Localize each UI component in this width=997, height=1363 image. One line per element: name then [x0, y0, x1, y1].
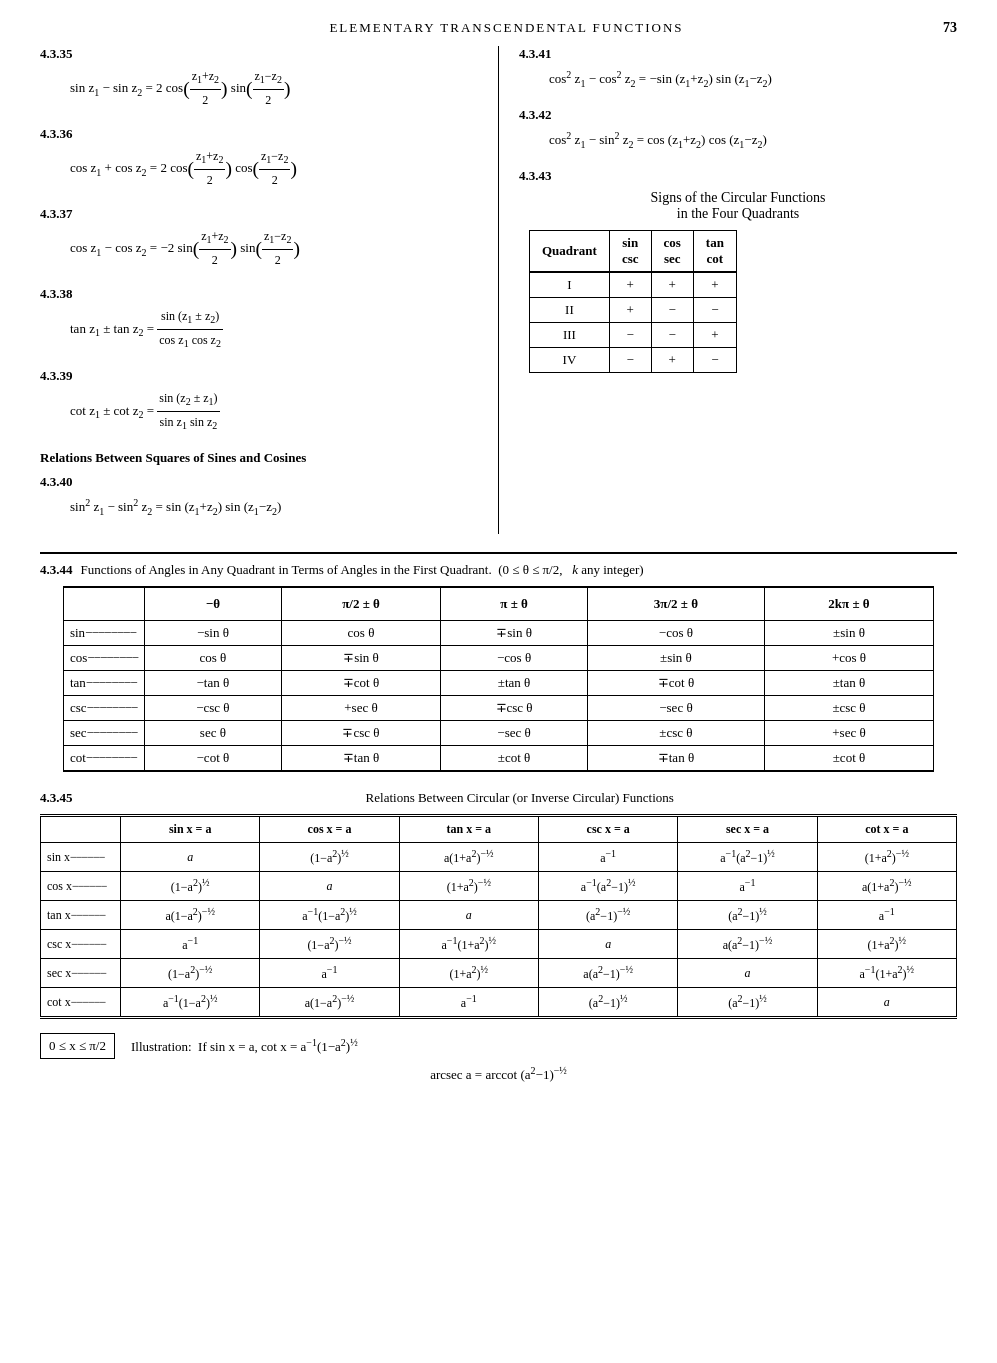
formula-4336-id: 4.3.36: [40, 126, 478, 142]
signs-col-tan: tancot: [693, 230, 736, 272]
formula-4340-id: 4.3.40: [40, 474, 478, 490]
formula-4336-content: cos z1 + cos z2 = 2 cos(z1+z22) cos(z1−z…: [70, 146, 478, 192]
page-header: ELEMENTARY TRANSCENDENTAL FUNCTIONS 73: [40, 20, 957, 36]
page-title: ELEMENTARY TRANSCENDENTAL FUNCTIONS: [70, 20, 943, 36]
relations-cosx-label: cos x−−−−−−: [41, 872, 121, 901]
signs-col-sin: sincsc: [609, 230, 651, 272]
section-4345-title: Relations Between Circular (or Inverse C…: [83, 790, 958, 806]
signs-table: Quadrant sincsc cossec tancot I + + + II: [529, 230, 737, 373]
relations-col-cscxa: csc x = a: [538, 816, 677, 843]
relations-tanx-label: tan x−−−−−−: [41, 901, 121, 930]
angles-col-3pi2: 3π/2 ± θ: [587, 587, 764, 621]
angles-row-sin: sin−−−−−−−− −sin θ cos θ ∓sin θ −cos θ ±…: [63, 621, 933, 646]
relations-row-tanx: tan x−−−−−− a(1−a2)−½ a−1(1−a2)½ a (a2−1…: [41, 901, 957, 930]
angles-sec-label: sec−−−−−−−−: [63, 721, 144, 746]
angles-row-tan: tan−−−−−−−− −tan θ ∓cot θ ±tan θ ∓cot θ …: [63, 671, 933, 696]
formula-4341-content: cos2 z1 − cos2 z2 = −sin (z1+z2) sin (z1…: [549, 66, 957, 93]
relations-col-secxa: sec x = a: [678, 816, 817, 843]
section-4344-desc1: Functions of Angles in Any Quadrant in T…: [81, 562, 644, 578]
angles-table: −θ π/2 ± θ π ± θ 3π/2 ± θ 2kπ ± θ sin−−−…: [63, 586, 934, 772]
illustration-text: Illustration: If sin x = a, cot x = a−1(…: [131, 1037, 358, 1055]
section-4344: 4.3.44 Functions of Angles in Any Quadra…: [40, 552, 957, 772]
angles-tan-label: tan−−−−−−−−: [63, 671, 144, 696]
angles-row-cot: cot−−−−−−−− −cot θ ∓tan θ ±cot θ ∓tan θ …: [63, 746, 933, 772]
formula-4336: 4.3.36 cos z1 + cos z2 = 2 cos(z1+z22) c…: [40, 126, 478, 192]
angles-row-sec: sec−−−−−−−− sec θ ∓csc θ −sec θ ±csc θ +…: [63, 721, 933, 746]
angles-sin-label: sin−−−−−−−−: [63, 621, 144, 646]
signs-row-II: II + − −: [530, 297, 737, 322]
formula-4339: 4.3.39 cot z1 ± cot z2 = sin (z2 ± z1) s…: [40, 368, 478, 436]
formula-4339-id: 4.3.39: [40, 368, 478, 384]
relations-header-row: sin x = a cos x = a tan x = a csc x = a …: [41, 816, 957, 843]
signs-col-cos: cossec: [651, 230, 693, 272]
formula-4338-content: tan z1 ± tan z2 = sin (z1 ± z2) cos z1 c…: [70, 306, 478, 354]
relations-row-cscx: csc x−−−−−− a−1 (1−a2)−½ a−1(1+a2)½ a a(…: [41, 930, 957, 959]
relations-row-cosx: cos x−−−−−− (1−a2)½ a (1+a2)−½ a−1(a2−1)…: [41, 872, 957, 901]
formula-4342: 4.3.42 cos2 z1 − sin2 z2 = cos (z1+z2) c…: [519, 107, 957, 154]
formula-4343: 4.3.43 Signs of the Circular Functions i…: [519, 168, 957, 373]
signs-row-IV: IV − + −: [530, 347, 737, 372]
formula-4338-id: 4.3.38: [40, 286, 478, 302]
relations-sinx-label: sin x−−−−−−: [41, 843, 121, 872]
relations-col-tanxa: tan x = a: [399, 816, 538, 843]
relations-secx-label: sec x−−−−−−: [41, 959, 121, 988]
signs-col-quadrant: Quadrant: [530, 230, 610, 272]
formula-4341: 4.3.41 cos2 z1 − cos2 z2 = −sin (z1+z2) …: [519, 46, 957, 93]
section-4345-header: 4.3.45 Relations Between Circular (or In…: [40, 790, 957, 806]
relations-row-sinx: sin x−−−−−− a (1−a2)½ a(1+a2)−½ a−1 a−1(…: [41, 843, 957, 872]
angles-col-neg: −θ: [144, 587, 281, 621]
relations-col-blank: [41, 816, 121, 843]
angles-col-pi2: π/2 ± θ: [281, 587, 440, 621]
formula-4335-id: 4.3.35: [40, 46, 478, 62]
formula-4342-id: 4.3.42: [519, 107, 957, 123]
page-number: 73: [943, 20, 957, 36]
formula-4343-id: 4.3.43: [519, 168, 957, 184]
illustration-constraint: 0 ≤ x ≤ π/2: [40, 1033, 115, 1059]
formula-4337-content: cos z1 − cos z2 = −2 sin(z1+z22) sin(z1−…: [70, 226, 478, 272]
illustration: 0 ≤ x ≤ π/2 Illustration: If sin x = a, …: [40, 1033, 957, 1059]
relations-cotx-label: cot x−−−−−−: [41, 988, 121, 1018]
relations-row-cotx: cot x−−−−−− a−1(1−a2)½ a(1−a2)−½ a−1 (a2…: [41, 988, 957, 1018]
illustration-text2: arcsec a = arccot (a2−1)−½: [40, 1065, 957, 1083]
relations-col-sinxa: sin x = a: [121, 816, 260, 843]
formula-4340-content: sin2 z1 − sin2 z2 = sin (z1+z2) sin (z1−…: [70, 494, 478, 521]
relations-col-cosxa: cos x = a: [260, 816, 399, 843]
signs-row-I: I + + +: [530, 272, 737, 298]
section-4344-header: 4.3.44 Functions of Angles in Any Quadra…: [40, 562, 957, 578]
signs-table-header-row: Quadrant sincsc cossec tancot: [530, 230, 737, 272]
formula-4337-id: 4.3.37: [40, 206, 478, 222]
angles-col-2kpi: 2kπ ± θ: [764, 587, 933, 621]
formula-4335-content: sin z1 − sin z2 = 2 cos(z1+z22) sin(z1−z…: [70, 66, 478, 112]
relations-table: sin x = a cos x = a tan x = a csc x = a …: [40, 814, 957, 1019]
section-4345-id: 4.3.45: [40, 790, 73, 806]
angles-cos-label: cos−−−−−−−−: [63, 646, 144, 671]
angles-col-blank: [63, 587, 144, 621]
angles-header-row: −θ π/2 ± θ π ± θ 3π/2 ± θ 2kπ ± θ: [63, 587, 933, 621]
relations-col-cotxa: cot x = a: [817, 816, 956, 843]
relations-cscx-label: csc x−−−−−−: [41, 930, 121, 959]
right-column: 4.3.41 cos2 z1 − cos2 z2 = −sin (z1+z2) …: [499, 46, 957, 534]
angles-csc-label: csc−−−−−−−−: [63, 696, 144, 721]
signs-row-III: III − − +: [530, 322, 737, 347]
angles-cot-label: cot−−−−−−−−: [63, 746, 144, 772]
angles-row-cos: cos−−−−−−−− cos θ ∓sin θ −cos θ ±sin θ +…: [63, 646, 933, 671]
section-4344-id: 4.3.44: [40, 562, 73, 578]
rel-squares-heading: Relations Between Squares of Sines and C…: [40, 450, 478, 466]
signs-table-title: Signs of the Circular Functions in the F…: [519, 190, 957, 222]
formula-4342-content: cos2 z1 − sin2 z2 = cos (z1+z2) cos (z1−…: [549, 127, 957, 154]
formula-4340: 4.3.40 sin2 z1 − sin2 z2 = sin (z1+z2) s…: [40, 474, 478, 521]
angles-row-csc: csc−−−−−−−− −csc θ +sec θ ∓csc θ −sec θ …: [63, 696, 933, 721]
formula-4337: 4.3.37 cos z1 − cos z2 = −2 sin(z1+z22) …: [40, 206, 478, 272]
formula-4339-content: cot z1 ± cot z2 = sin (z2 ± z1) sin z1 s…: [70, 388, 478, 436]
section-4345: 4.3.45 Relations Between Circular (or In…: [40, 790, 957, 1083]
relations-row-secx: sec x−−−−−− (1−a2)−½ a−1 (1+a2)½ a(a2−1)…: [41, 959, 957, 988]
formula-4338: 4.3.38 tan z1 ± tan z2 = sin (z1 ± z2) c…: [40, 286, 478, 354]
angles-col-pi: π ± θ: [441, 587, 588, 621]
formula-4341-id: 4.3.41: [519, 46, 957, 62]
left-column: 4.3.35 sin z1 − sin z2 = 2 cos(z1+z22) s…: [40, 46, 499, 534]
formula-4335: 4.3.35 sin z1 − sin z2 = 2 cos(z1+z22) s…: [40, 46, 478, 112]
main-content: 4.3.35 sin z1 − sin z2 = 2 cos(z1+z22) s…: [40, 46, 957, 534]
